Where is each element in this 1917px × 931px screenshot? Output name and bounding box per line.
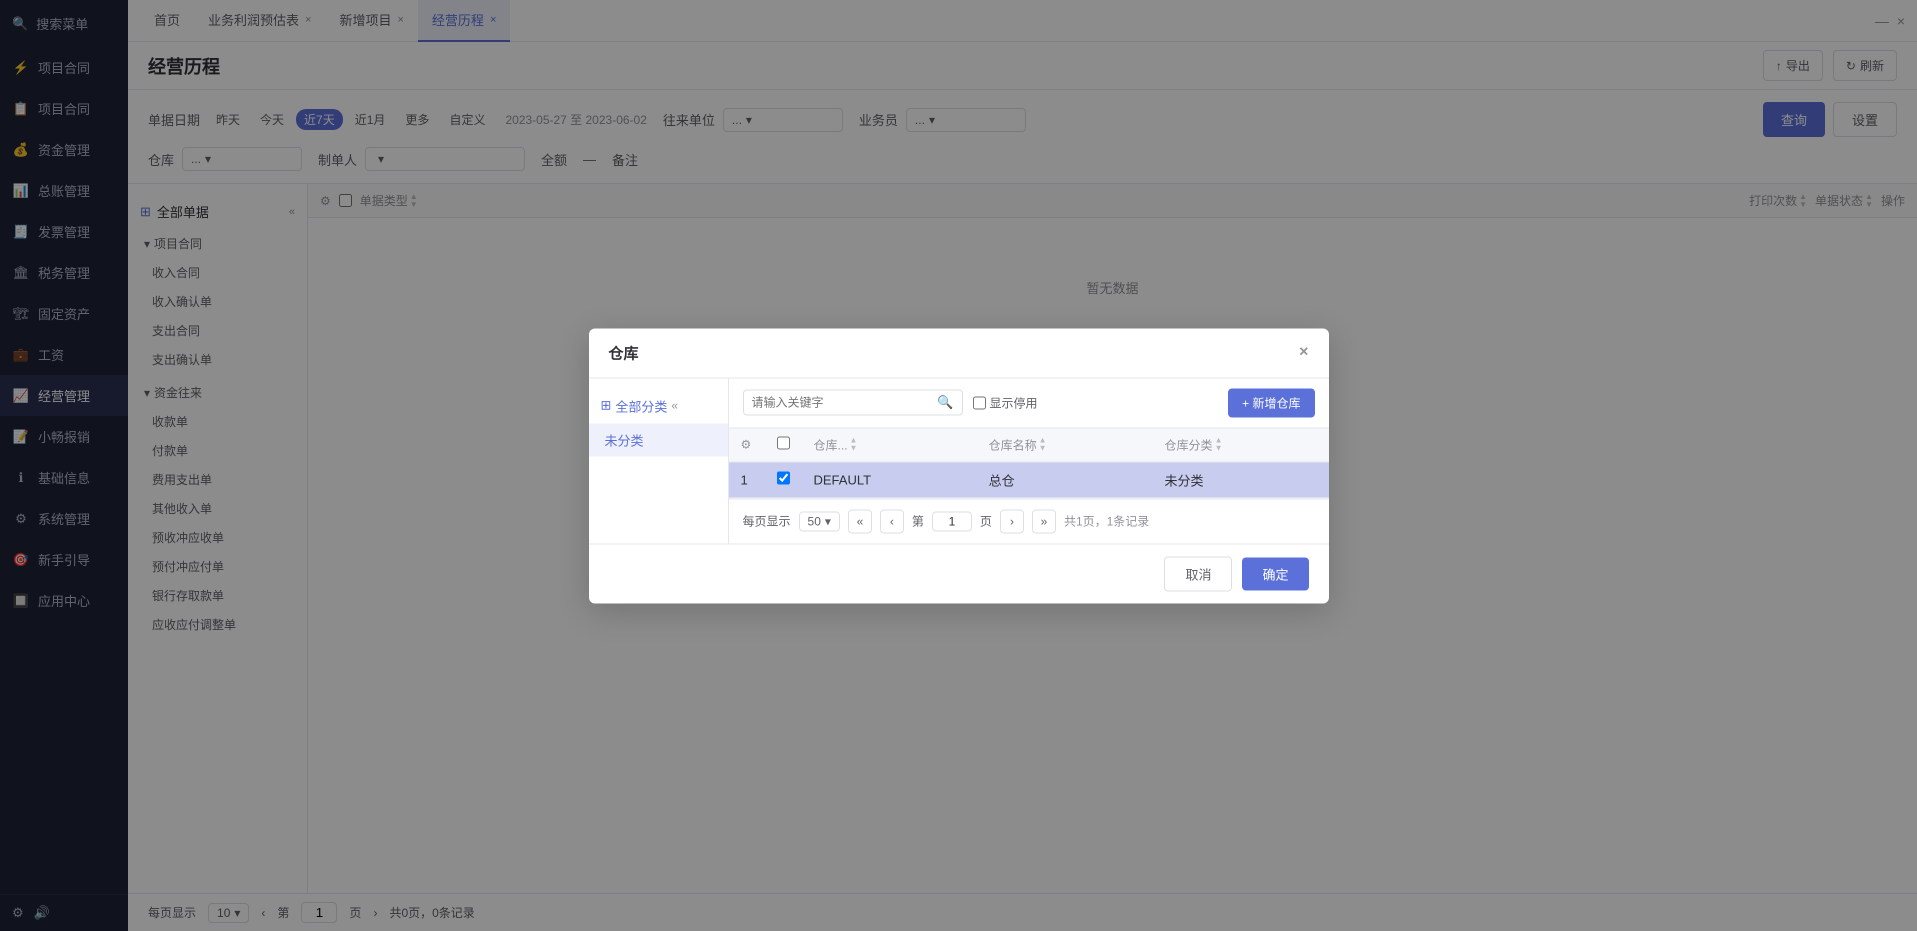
modal-left-uncategorized[interactable]: 未分类 (589, 423, 728, 456)
modal-last-page-btn[interactable]: » (1032, 509, 1056, 533)
modal-page-total: 共1页，1条记录 (1064, 513, 1149, 530)
col-warehouse-code: 仓库... ▲▼ (802, 428, 977, 462)
modal-toolbar: 🔍 显示停用 + 新增仓库 (729, 378, 1329, 428)
modal-page-label: 第 (912, 513, 924, 530)
modal-table: ⚙ 仓库... ▲▼ (729, 428, 1329, 498)
warehouse-table: ⚙ 仓库... ▲▼ (729, 428, 1329, 498)
modal-next-page-btn[interactable]: › (1000, 509, 1024, 533)
row-id: 1 (729, 462, 765, 498)
modal-title: 仓库 (609, 342, 639, 363)
modal-header: 仓库 × (589, 328, 1329, 378)
col-checkbox-header (765, 428, 802, 462)
modal-close-button[interactable]: × (1299, 344, 1308, 362)
modal-page-size-label: 每页显示 (743, 513, 791, 530)
grid-icon-2: ⊞ (601, 398, 612, 414)
warehouse-table-head: ⚙ 仓库... ▲▼ (729, 428, 1329, 462)
show-disabled-checkbox-label[interactable]: 显示停用 (973, 394, 1038, 411)
col-settings: ⚙ (729, 428, 765, 462)
row-category: 未分类 (1153, 462, 1329, 498)
col-warehouse-name: 仓库名称 ▲▼ (977, 428, 1153, 462)
modal-page-size-select[interactable]: 50 ▾ (799, 511, 840, 531)
warehouse-table-body: 1 DEFAULT 总仓 未分类 (729, 462, 1329, 498)
warehouse-table-header-row: ⚙ 仓库... ▲▼ (729, 428, 1329, 462)
sort-warehouse-name[interactable]: 仓库名称 ▲▼ (989, 436, 1047, 453)
modal-pagination: 每页显示 50 ▾ « ‹ 第 页 › » 共1页，1条记录 (729, 498, 1329, 543)
col-warehouse-category: 仓库分类 ▲▼ (1153, 428, 1329, 462)
warehouse-modal: 仓库 × ⊞ 全部分类 « 未分类 🔍 显示停用 (589, 328, 1329, 603)
modal-page-unit: 页 (980, 513, 992, 530)
modal-page-input[interactable] (932, 511, 972, 531)
confirm-button[interactable]: 确定 (1242, 557, 1308, 590)
modal-page-size-dropdown: ▾ (825, 514, 831, 528)
modal-prev-page-btn[interactable]: ‹ (880, 509, 904, 533)
table-row[interactable]: 1 DEFAULT 总仓 未分类 (729, 462, 1329, 498)
row-checkbox-cell (765, 462, 802, 498)
modal-left-collapse-icon[interactable]: « (671, 399, 678, 413)
sort-warehouse-code[interactable]: 仓库... ▲▼ (814, 436, 858, 453)
modal-footer: 取消 确定 (589, 543, 1329, 603)
modal-right-panel: 🔍 显示停用 + 新增仓库 ⚙ (729, 378, 1329, 543)
add-warehouse-button[interactable]: + 新增仓库 (1228, 388, 1314, 417)
settings-col-icon-2[interactable]: ⚙ (741, 438, 752, 452)
modal-body: ⊞ 全部分类 « 未分类 🔍 显示停用 + 新增仓库 (589, 378, 1329, 543)
modal-first-page-btn[interactable]: « (848, 509, 872, 533)
modal-search-input[interactable] (752, 396, 932, 410)
row-name: 总仓 (977, 462, 1153, 498)
sort-warehouse-category[interactable]: 仓库分类 ▲▼ (1165, 436, 1223, 453)
cancel-button[interactable]: 取消 (1164, 556, 1232, 591)
show-disabled-checkbox[interactable] (973, 396, 986, 409)
show-disabled-label: 显示停用 (990, 394, 1038, 411)
row-checkbox[interactable] (777, 472, 790, 485)
all-categories-label: 全部分类 (615, 396, 667, 415)
modal-select-all-checkbox[interactable] (777, 437, 790, 450)
row-code: DEFAULT (802, 462, 977, 498)
modal-search-box: 🔍 (743, 390, 963, 416)
modal-left-header: ⊞ 全部分类 « (589, 388, 728, 423)
modal-left-panel: ⊞ 全部分类 « 未分类 (589, 378, 729, 543)
modal-search-icon[interactable]: 🔍 (937, 395, 953, 411)
